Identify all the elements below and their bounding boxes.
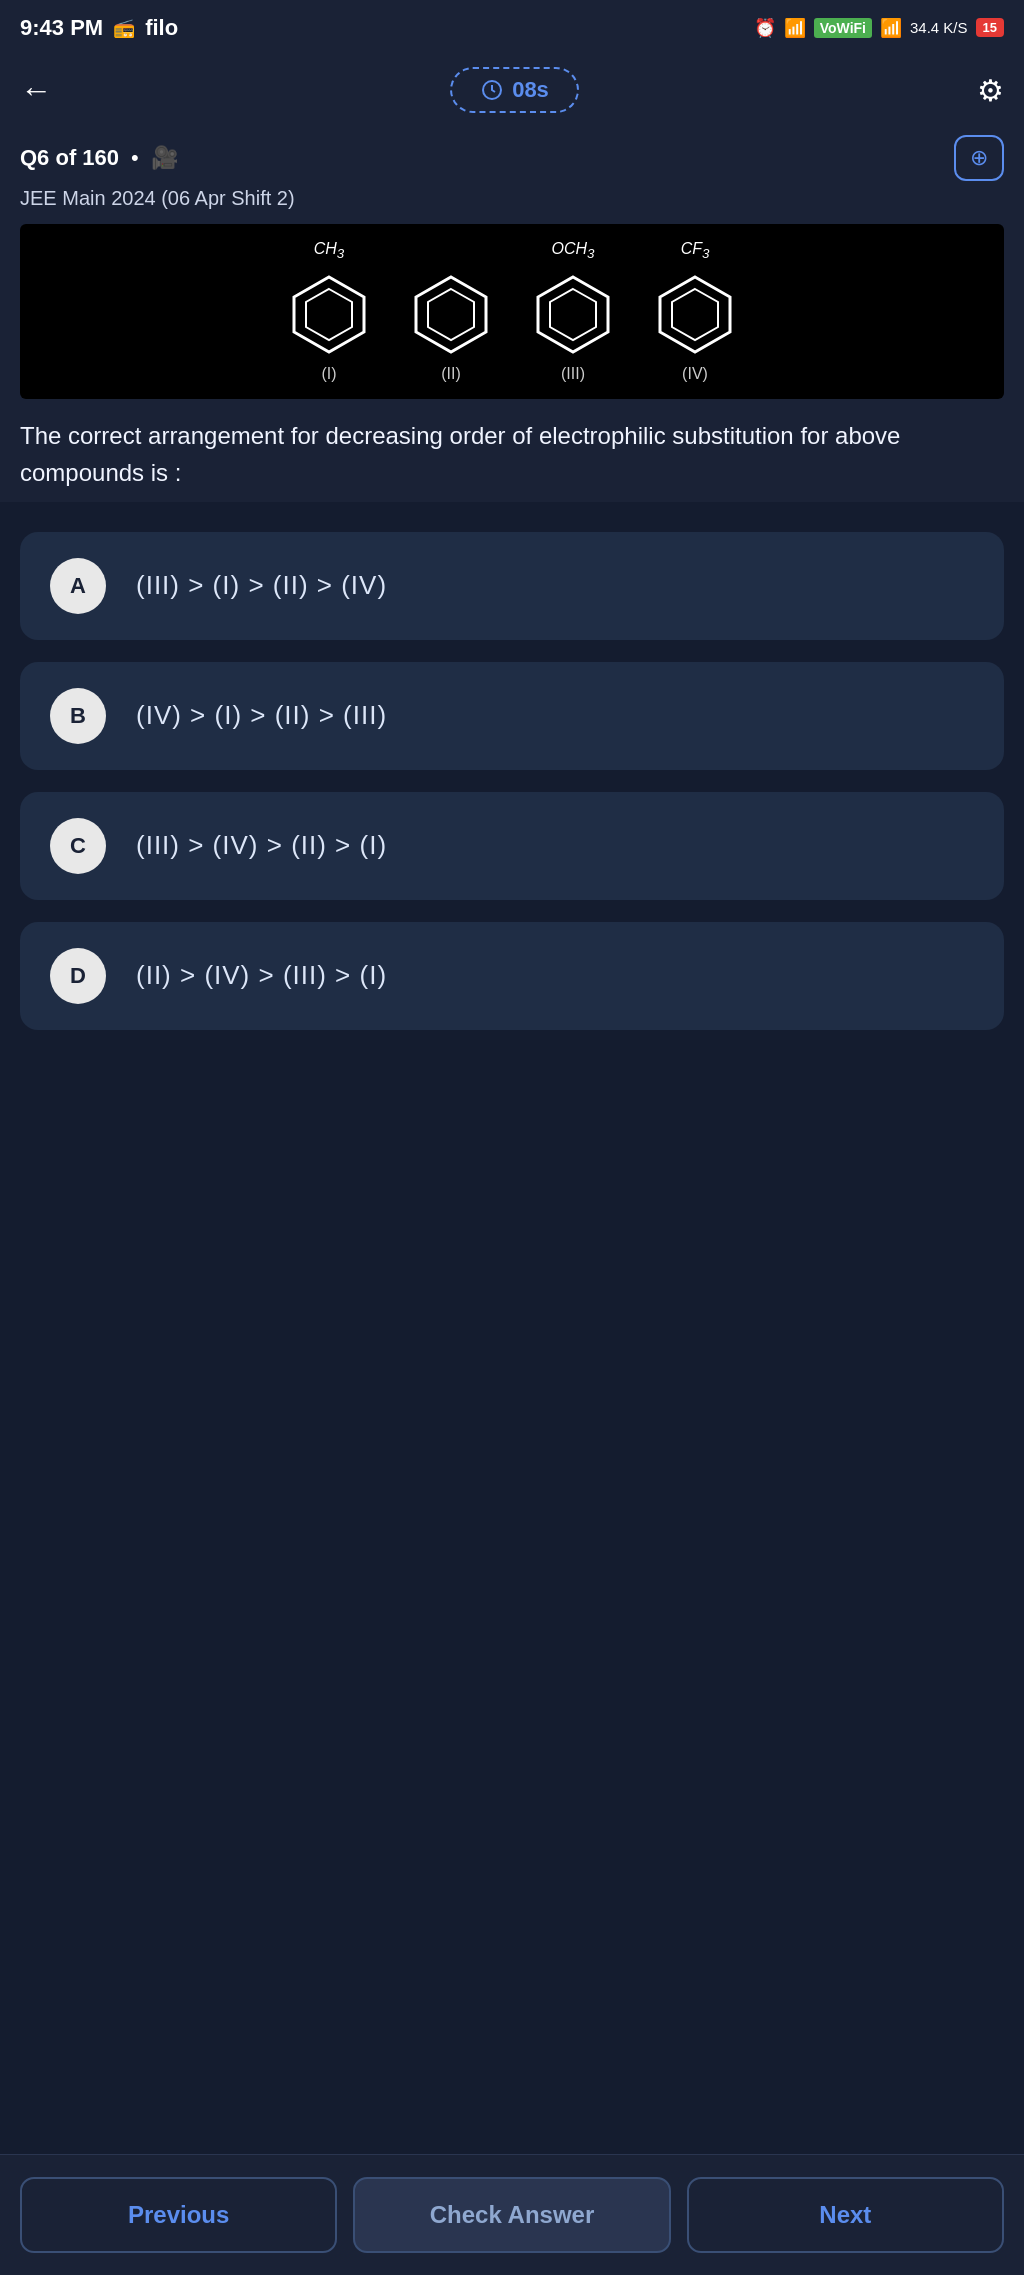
option-circle-B: B [50,688,106,744]
option-text-D: (II) > (IV) > (III) > (I) [136,960,387,991]
option-text-B: (IV) > (I) > (II) > (III) [136,700,387,731]
compound-II-roman: (II) [441,365,461,383]
status-left: 9:43 PM 📻 filo [20,15,178,41]
compound-II-structure [401,267,501,357]
svg-marker-8 [672,289,718,340]
bookmark-icon: ⊕ [970,145,988,170]
next-button[interactable]: Next [687,2177,1004,2253]
option-circle-A: A [50,558,106,614]
settings-button[interactable]: ⚙ [977,73,1004,108]
bottom-nav: Previous Check Answer Next [0,2154,1024,2275]
previous-button[interactable]: Previous [20,2177,337,2253]
data-speed: 34.4 K/S [910,19,968,36]
compound-IV-roman: (IV) [682,365,708,383]
compound-IV: CF3 (IV) [645,240,745,383]
check-answer-button[interactable]: Check Answer [353,2177,670,2253]
compound-I-substituent: CH3 [314,240,345,261]
timer-text: 08s [512,77,549,103]
timer-icon [480,78,504,102]
dot-separator: • [131,145,139,171]
carrier-icon: 📻 [113,17,135,39]
option-card-B[interactable]: B (IV) > (I) > (II) > (III) [20,662,1004,770]
video-icon: 🎥 [151,145,178,171]
alarm-icon: ⏰ [754,17,776,39]
option-circle-C: C [50,818,106,874]
option-card-C[interactable]: C (III) > (IV) > (II) > (I) [20,792,1004,900]
svg-marker-4 [428,289,474,340]
compound-III-structure [523,267,623,357]
option-card-D[interactable]: D (II) > (IV) > (III) > (I) [20,922,1004,1030]
compound-III-substituent: OCH3 [552,240,595,261]
question-text: The correct arrangement for decreasing o… [0,399,1024,501]
carrier-name: filo [145,15,178,41]
compound-list: CH3 (I) H (II) OCH3 (III) [30,240,994,387]
options-area: A (III) > (I) > (II) > (IV) B (IV) > (I)… [0,502,1024,2154]
vowifi-badge: VoWiFi [814,18,872,38]
svg-marker-2 [306,289,352,340]
question-number: Q6 of 160 [20,145,119,171]
compound-III-roman: (III) [561,365,585,383]
bookmark-button[interactable]: ⊕ [954,135,1004,181]
battery-display: 15 [976,18,1004,37]
svg-marker-6 [550,289,596,340]
back-button[interactable]: ← [20,72,52,109]
status-bar: 9:43 PM 📻 filo ⏰ 📶 VoWiFi 📶 34.4 K/S 15 [0,0,1024,55]
status-right: ⏰ 📶 VoWiFi 📶 34.4 K/S 15 [754,17,1004,39]
question-meta-row: Q6 of 160 • 🎥 ⊕ [0,125,1024,185]
signal-bars: 📶 [880,17,902,39]
compound-I-roman: (I) [321,365,336,383]
exam-tag: JEE Main 2024 (06 Apr Shift 2) [0,185,1024,224]
option-text-C: (III) > (IV) > (II) > (I) [136,830,387,861]
compound-I: CH3 (I) [279,240,379,383]
compound-I-structure [279,267,379,357]
question-meta: Q6 of 160 • 🎥 [20,145,954,171]
wifi-icon: 📶 [784,17,806,39]
compound-IV-substituent: CF3 [681,240,710,261]
header: ← 08s ⚙ [0,55,1024,125]
compound-III: OCH3 (III) [523,240,623,383]
timer-container: 08s [450,67,579,113]
option-card-A[interactable]: A (III) > (I) > (II) > (IV) [20,532,1004,640]
time-display: 9:43 PM [20,15,103,41]
option-text-A: (III) > (I) > (II) > (IV) [136,570,387,601]
option-circle-D: D [50,948,106,1004]
chem-image: CH3 (I) H (II) OCH3 (III) [20,224,1004,399]
compound-IV-structure [645,267,745,357]
compound-II: H (II) [401,243,501,383]
